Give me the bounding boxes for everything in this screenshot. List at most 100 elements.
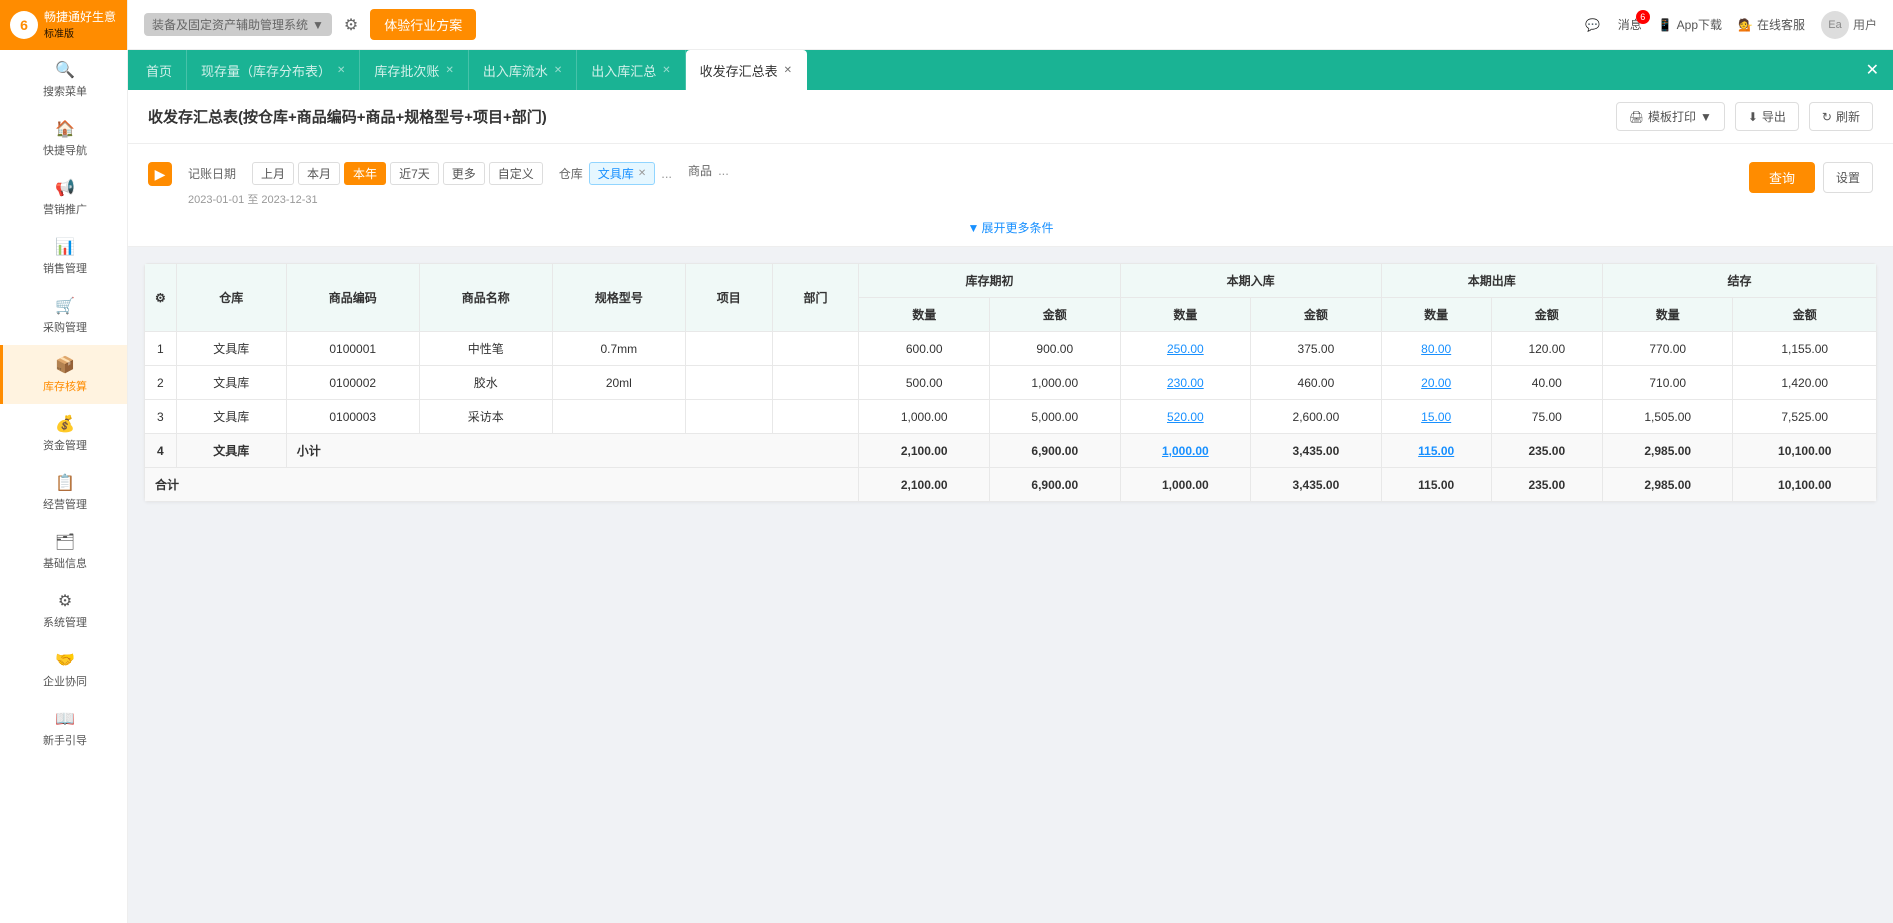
tab-close-icon[interactable]: ✕	[784, 65, 792, 76]
sidebar-item-label: 新手引导	[43, 732, 87, 748]
sales-icon: 📊	[55, 237, 75, 257]
warehouse-filter: 仓库 文具库 ✕ ...	[559, 162, 672, 185]
table-area: ⚙ 仓库 商品编码 商品名称 规格型号 项目 部门 库存期初 本期入库 本期出库…	[128, 247, 1893, 923]
date-more[interactable]: 更多	[443, 162, 485, 185]
row-warehouse: 文具库	[176, 366, 286, 400]
warehouse-tag-close-icon[interactable]: ✕	[638, 168, 646, 179]
row-in-qty[interactable]: 250.00	[1120, 332, 1251, 366]
goods-filter: 商品 ...	[688, 162, 729, 179]
row-close-qty: 1,505.00	[1602, 400, 1733, 434]
tab-receive-send[interactable]: 收发存汇总表 ✕	[686, 50, 807, 90]
row-in-qty[interactable]: 520.00	[1120, 400, 1251, 434]
row-dept	[772, 366, 859, 400]
tab-flow[interactable]: 出入库流水 ✕	[469, 50, 577, 90]
subtotal-in-amt: 3,435.00	[1251, 434, 1382, 468]
warehouse-tag[interactable]: 文具库 ✕	[589, 162, 655, 185]
sidebar-item-label: 营销推广	[43, 201, 87, 217]
gear-icon[interactable]: ⚙	[344, 15, 358, 35]
row-out-qty[interactable]: 20.00	[1381, 366, 1491, 400]
warehouse-col-header: 仓库	[176, 264, 286, 332]
sidebar-item-quick[interactable]: 🏠 快捷导航	[0, 109, 127, 168]
total-in-qty: 1,000.00	[1120, 468, 1251, 502]
avatar: Ea	[1821, 11, 1849, 39]
sidebar-item-search[interactable]: 🔍 搜索菜单	[0, 50, 127, 109]
tab-batch[interactable]: 库存批次账 ✕	[360, 50, 468, 90]
row-out-qty[interactable]: 15.00	[1381, 400, 1491, 434]
date-prev-month[interactable]: 上月	[252, 162, 294, 185]
settings-col-header[interactable]: ⚙	[145, 264, 177, 332]
expand-button[interactable]: ▼ 展开更多条件	[968, 219, 1054, 236]
base-icon: 🗂	[55, 532, 75, 552]
subtotal-row: 4 文具库 小计 2,100.00 6,900.00 1,000.00 3,43…	[145, 434, 1877, 468]
row-out-qty[interactable]: 80.00	[1381, 332, 1491, 366]
opening-qty-header: 数量	[859, 298, 990, 332]
export-icon: ⬇	[1748, 110, 1758, 124]
sidebar-item-purchase[interactable]: 🛒 采购管理	[0, 286, 127, 345]
refresh-button[interactable]: ↻ 刷新	[1809, 102, 1873, 131]
goods-spec-col-header: 规格型号	[552, 264, 685, 332]
print-button[interactable]: 🖨 模板打印 ▼	[1616, 102, 1725, 131]
in-col-header: 本期入库	[1120, 264, 1381, 298]
date-custom[interactable]: 自定义	[489, 162, 543, 185]
row-project	[685, 332, 772, 366]
sidebar-item-inventory[interactable]: 📦 库存核算	[0, 345, 127, 404]
row-dept	[772, 400, 859, 434]
user-section[interactable]: Ea 用户	[1821, 11, 1877, 39]
row-goods-code: 0100001	[286, 332, 419, 366]
column-settings-button[interactable]: 设置	[1823, 162, 1873, 193]
tab-home[interactable]: 首页	[132, 50, 187, 90]
row-goods-name: 采访本	[419, 400, 552, 434]
sidebar-item-label: 基础信息	[43, 555, 87, 571]
row-goods-code: 0100003	[286, 400, 419, 434]
tab-label: 收发存汇总表	[700, 61, 778, 80]
message-badge[interactable]: 💬 6 消息	[1585, 16, 1641, 33]
logo-text: 畅捷通好生意 标准版	[44, 10, 116, 41]
sidebar-item-guide[interactable]: 📖 新手引导	[0, 699, 127, 758]
print-icon: 🖨	[1629, 110, 1644, 124]
system-name: 装备及固定资产辅助管理系统	[152, 16, 308, 33]
total-opening-qty: 2,100.00	[859, 468, 990, 502]
sidebar-item-sales[interactable]: 📊 销售管理	[0, 227, 127, 286]
online-service[interactable]: 💁 在线客服	[1738, 16, 1805, 33]
tab-close-icon[interactable]: ✕	[554, 65, 562, 76]
app-download[interactable]: 📱 App下载	[1658, 16, 1722, 33]
row-close-amt: 1,420.00	[1733, 366, 1877, 400]
export-button[interactable]: ⬇ 导出	[1735, 102, 1799, 131]
goods-dots[interactable]: ...	[718, 163, 729, 178]
sidebar-item-operations[interactable]: 📋 经营管理	[0, 463, 127, 522]
row-close-amt: 1,155.00	[1733, 332, 1877, 366]
in-amt-header: 金额	[1251, 298, 1382, 332]
sidebar-item-enterprise[interactable]: 🤝 企业协同	[0, 640, 127, 699]
row-goods-spec	[552, 400, 685, 434]
filter-toggle-button[interactable]: ▶	[148, 162, 172, 186]
date-filter-row: 记账日期 上月 本月 本年 近7天 更多 自定义	[188, 162, 543, 185]
total-out-amt: 235.00	[1491, 468, 1602, 502]
experience-button[interactable]: 体验行业方案	[370, 9, 476, 40]
subtotal-in-qty[interactable]: 1,000.00	[1120, 434, 1251, 468]
sidebar-item-system[interactable]: ⚙ 系统管理	[0, 581, 127, 640]
tab-inventory-dist[interactable]: 现存量（库存分布表） ✕	[187, 50, 360, 90]
date-cur-year[interactable]: 本年	[344, 162, 386, 185]
tab-close-icon[interactable]: ✕	[445, 65, 453, 76]
query-button[interactable]: 查询	[1749, 162, 1815, 193]
page-header: 收发存汇总表(按仓库+商品编码+商品+规格型号+项目+部门) 🖨 模板打印 ▼ …	[128, 90, 1893, 144]
system-selector[interactable]: 装备及固定资产辅助管理系统 ▼	[144, 13, 332, 36]
subtotal-out-amt: 235.00	[1491, 434, 1602, 468]
dept-col-header: 部门	[772, 264, 859, 332]
guide-icon: 📖	[55, 709, 75, 729]
sidebar-item-marketing[interactable]: 📢 营销推广	[0, 168, 127, 227]
row-out-amt: 75.00	[1491, 400, 1602, 434]
sidebar-item-base[interactable]: 🗂 基础信息	[0, 522, 127, 581]
sidebar-item-finance[interactable]: 💰 资金管理	[0, 404, 127, 463]
sidebar: 6 畅捷通好生意 标准版 🔍 搜索菜单 🏠 快捷导航 📢 营销推广 📊 销售管理…	[0, 0, 128, 923]
search-icon: 🔍	[55, 60, 75, 80]
close-all-button[interactable]: ✕	[1856, 60, 1889, 80]
tab-close-icon[interactable]: ✕	[337, 65, 345, 76]
row-in-qty[interactable]: 230.00	[1120, 366, 1251, 400]
date-cur-month[interactable]: 本月	[298, 162, 340, 185]
warehouse-dots[interactable]: ...	[661, 166, 672, 181]
tab-summary-inout[interactable]: 出入库汇总 ✕	[577, 50, 685, 90]
date-7days[interactable]: 近7天	[390, 162, 439, 185]
tab-close-icon[interactable]: ✕	[662, 65, 670, 76]
subtotal-out-qty[interactable]: 115.00	[1381, 434, 1491, 468]
